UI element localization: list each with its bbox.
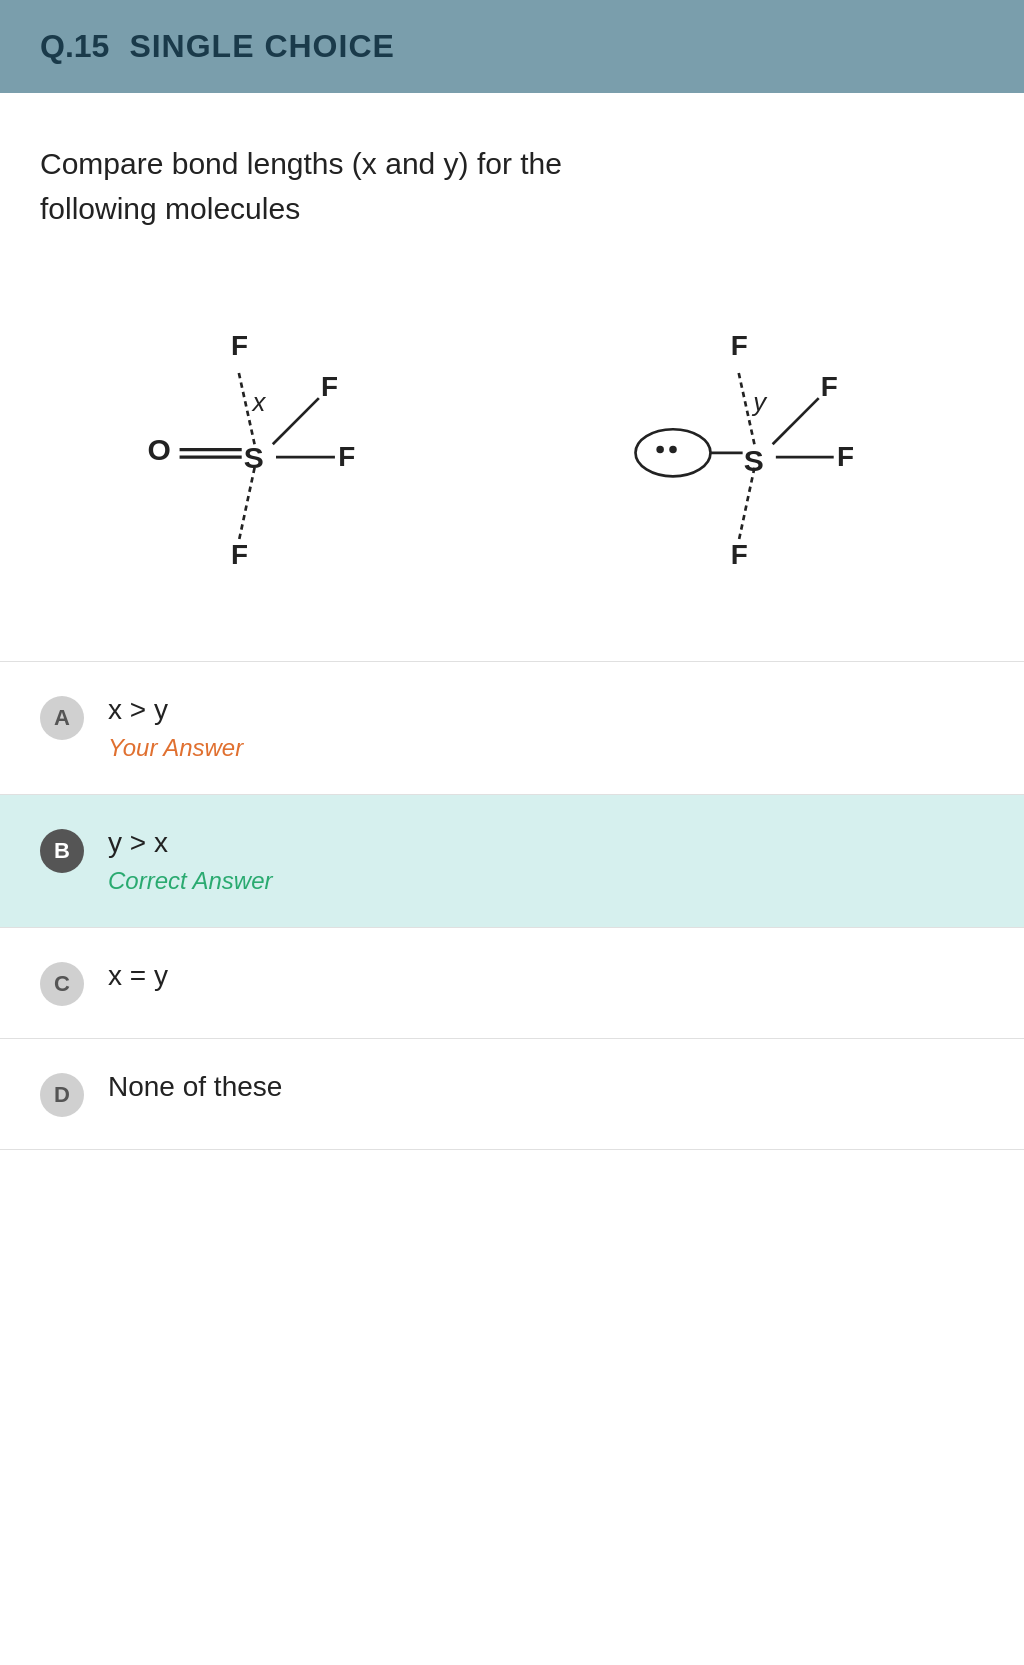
option-badge-c: C [40, 962, 84, 1006]
question-number: Q.15 [40, 28, 109, 65]
option-label-b: y > x [108, 827, 272, 859]
option-badge-a: A [40, 696, 84, 740]
option-a[interactable]: A x > y Your Answer [0, 662, 1024, 795]
your-answer-tag-a: Your Answer [108, 734, 243, 762]
svg-line-18 [738, 371, 754, 444]
question-type: SINGLE CHOICE [129, 28, 394, 65]
molecule-1: O S F x F F F [106, 291, 446, 591]
svg-point-15 [669, 446, 677, 454]
option-badge-b: B [40, 829, 84, 873]
svg-text:F: F [821, 371, 838, 402]
question-header: Q.15 SINGLE CHOICE [0, 0, 1024, 93]
svg-text:F: F [231, 539, 248, 570]
svg-line-25 [738, 468, 754, 543]
svg-text:F: F [837, 441, 854, 472]
svg-text:F: F [321, 371, 338, 402]
option-label-a: x > y [108, 694, 243, 726]
option-label-c: x = y [108, 960, 168, 992]
question-section: Compare bond lengths (x and y) for the f… [0, 93, 1024, 662]
option-content-b: y > x Correct Answer [108, 827, 272, 895]
svg-text:F: F [338, 441, 355, 472]
svg-text:F: F [731, 539, 748, 570]
option-c[interactable]: C x = y [0, 928, 1024, 1039]
option-badge-d: D [40, 1073, 84, 1117]
svg-text:F: F [231, 330, 248, 361]
option-content-c: x = y [108, 960, 168, 992]
svg-text:O: O [147, 433, 170, 466]
option-d[interactable]: D None of these [0, 1039, 1024, 1150]
option-content-d: None of these [108, 1071, 282, 1103]
svg-line-7 [273, 398, 319, 444]
options-container: A x > y Your Answer B y > x Correct Answ… [0, 662, 1024, 1150]
svg-text:x: x [250, 388, 266, 416]
svg-line-11 [239, 468, 255, 543]
option-b[interactable]: B y > x Correct Answer [0, 795, 1024, 928]
page-container: Q.15 SINGLE CHOICE Compare bond lengths … [0, 0, 1024, 1665]
question-text: Compare bond lengths (x and y) for the f… [40, 141, 984, 231]
molecules-container: O S F x F F F [40, 271, 984, 631]
correct-answer-tag-b: Correct Answer [108, 867, 272, 895]
svg-point-14 [656, 446, 664, 454]
option-content-a: x > y Your Answer [108, 694, 243, 762]
molecule-2: S F y F F F [578, 291, 918, 591]
svg-text:F: F [731, 330, 748, 361]
svg-line-21 [773, 398, 819, 444]
svg-text:y: y [751, 388, 768, 416]
option-label-d: None of these [108, 1071, 282, 1103]
